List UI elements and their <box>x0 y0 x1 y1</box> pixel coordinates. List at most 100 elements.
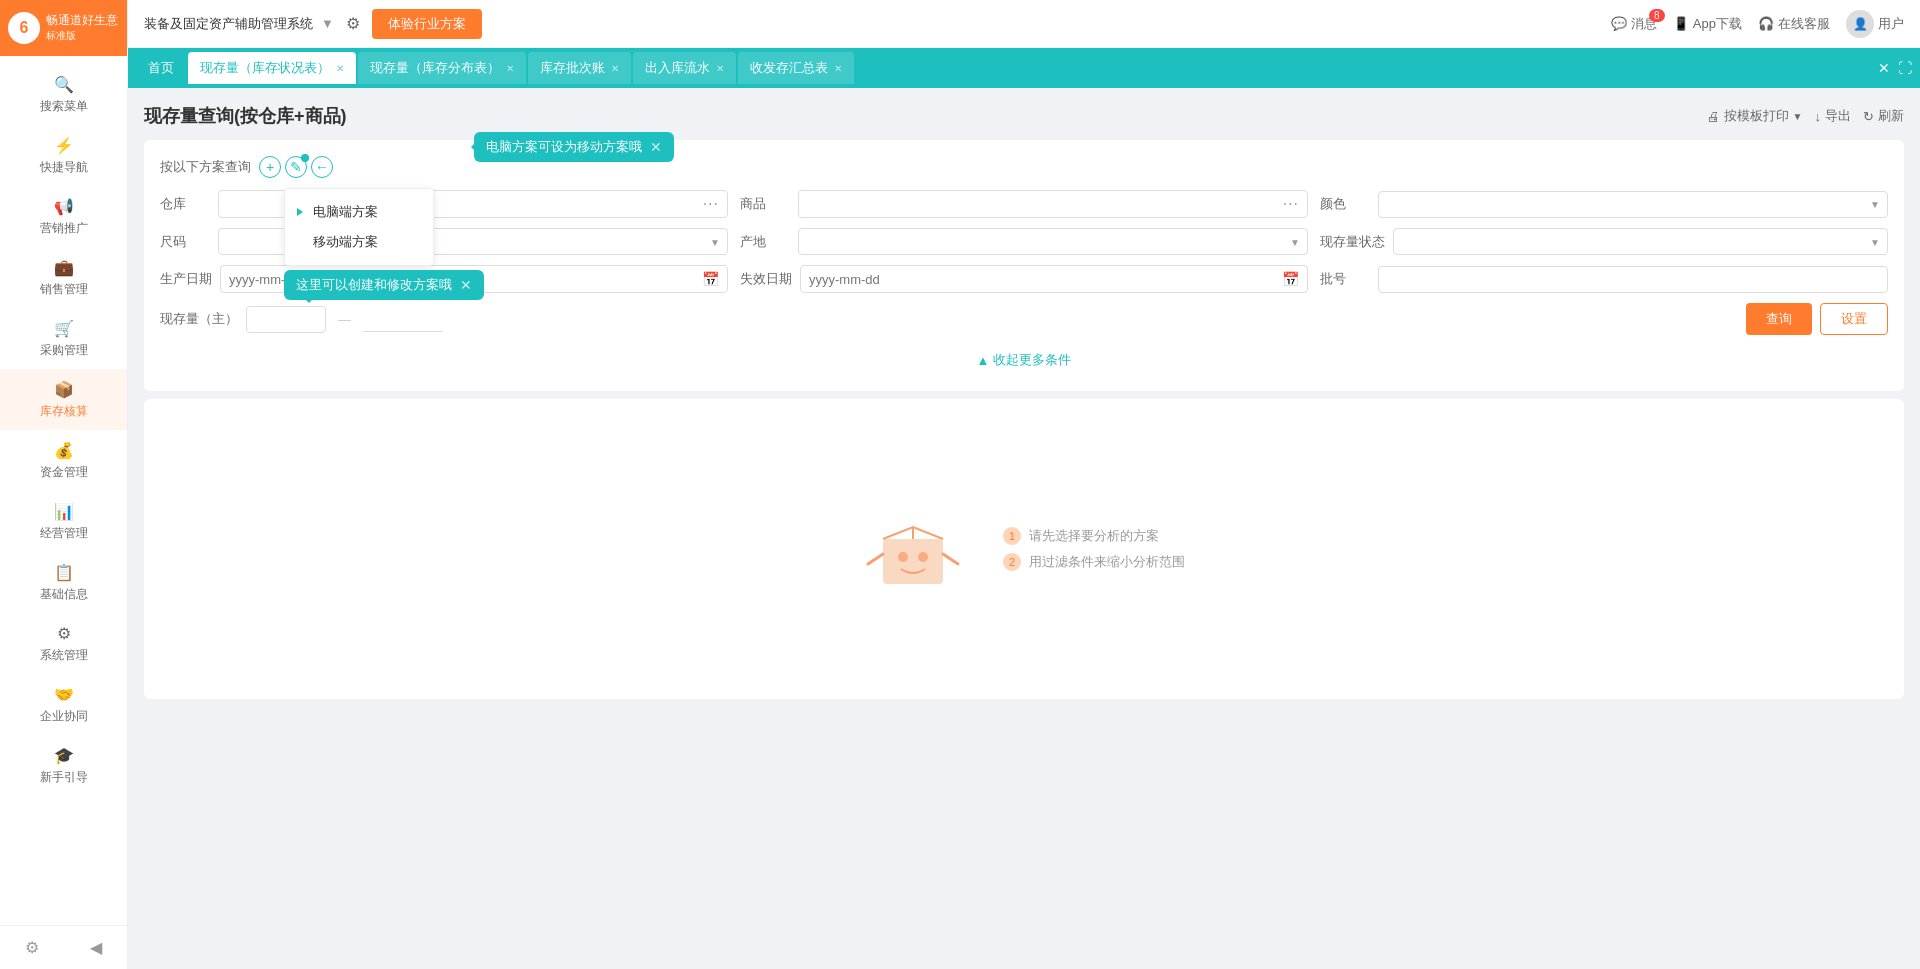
tab-recv-summary[interactable]: 收发存汇总表 ✕ <box>738 52 854 84</box>
refresh-icon: ↻ <box>1863 109 1874 124</box>
filter-goods: 商品 ··· <box>740 190 1308 218</box>
print-btn[interactable]: 🖨 按模板打印 ▼ <box>1707 107 1803 125</box>
filter-row-4: 现存量（主） — 查询 设置 <box>160 303 1888 335</box>
message-icon: 💬 <box>1611 16 1627 31</box>
color-select-wrapper <box>1378 191 1888 218</box>
refresh-btn[interactable]: ↻ 刷新 <box>1863 107 1904 125</box>
system-name: 装备及固定资产辅助管理系统 ▼ <box>144 15 334 33</box>
logo-title: 畅通道好生意 <box>46 13 118 29</box>
svg-rect-0 <box>883 539 943 584</box>
expire-date-icon[interactable]: 📅 <box>1282 271 1299 287</box>
color-select[interactable] <box>1378 191 1888 218</box>
sidebar-item-finance[interactable]: 💰 资金管理 <box>0 430 127 491</box>
sidebar-item-marketing[interactable]: 📢 营销推广 <box>0 186 127 247</box>
tab-close-recv[interactable]: ✕ <box>834 63 842 74</box>
tooltip2-close[interactable]: ✕ <box>460 277 472 293</box>
chevron-up-icon: ▲ <box>977 353 990 368</box>
system-dropdown-icon[interactable]: ▼ <box>321 16 334 31</box>
warehouse-dots-btn[interactable]: ··· <box>703 195 719 213</box>
enterprise-nav-icon: 🤝 <box>54 684 74 704</box>
tab-inventory-dist[interactable]: 现存量（库存分布表） ✕ <box>358 52 526 84</box>
topbar: 装备及固定资产辅助管理系统 ▼ ⚙ 体验行业方案 💬 消息 8 📱 App下载 … <box>128 0 1920 48</box>
tooltip1-close[interactable]: ✕ <box>650 139 662 155</box>
inventory-status-select[interactable] <box>1393 228 1888 255</box>
sidebar-item-quick[interactable]: ⚡ 快捷导航 <box>0 125 127 186</box>
stock-qty-start[interactable] <box>246 306 326 333</box>
reset-btn[interactable]: 设置 <box>1820 303 1888 335</box>
stock-qty-end[interactable] <box>363 306 443 332</box>
filter-panel: 按以下方案查询 + ✎ ← 电脑方案可设为移动方案哦 ✕ <box>144 140 1904 391</box>
tab-close-flow[interactable]: ✕ <box>716 63 724 74</box>
topbar-gear-btn[interactable]: ⚙ <box>346 14 360 33</box>
produce-date-icon[interactable]: 📅 <box>702 271 719 287</box>
guide-nav-icon: 🎓 <box>54 745 74 765</box>
svg-point-2 <box>918 552 928 562</box>
export-icon: ↓ <box>1815 109 1822 124</box>
search-nav-icon: 🔍 <box>54 74 74 94</box>
tab-close-all-btn[interactable]: ✕ <box>1878 60 1890 76</box>
print-dropdown-icon: ▼ <box>1793 111 1803 122</box>
tab-close-inventory-status[interactable]: ✕ <box>336 63 344 74</box>
filter-title: 按以下方案查询 <box>160 158 251 176</box>
add-filter-btn[interactable]: + <box>259 156 281 178</box>
tab-close-batch[interactable]: ✕ <box>611 63 619 74</box>
sidebar-item-sales[interactable]: 💼 销售管理 <box>0 247 127 308</box>
edit-filter-btn[interactable]: ✎ <box>285 156 307 178</box>
search-btn[interactable]: 查询 <box>1746 303 1812 335</box>
sidebar-item-guide[interactable]: 🎓 新手引导 <box>0 735 127 796</box>
tab-batch-account[interactable]: 库存批次账 ✕ <box>528 52 631 84</box>
filter-header-btns: + ✎ ← <box>259 156 333 178</box>
user-avatar: 👤 <box>1846 10 1874 38</box>
sidebar-bottom: ⚙ ◀ <box>0 925 127 969</box>
empty-hints: 1 请先选择要分析的方案 2 用过滤条件来缩小分析范围 <box>1003 527 1185 571</box>
message-btn[interactable]: 💬 消息 8 <box>1611 15 1657 33</box>
tab-inventory-status[interactable]: 现存量（库存状况表） ✕ <box>188 52 356 84</box>
sidebar-item-search[interactable]: 🔍 搜索菜单 <box>0 64 127 125</box>
schema-desktop[interactable]: 电脑端方案 <box>285 197 433 227</box>
service-icon: 🎧 <box>1758 16 1774 31</box>
collapse-sidebar-btn[interactable]: ◀ <box>90 938 102 957</box>
expire-date-start[interactable] <box>809 272 1278 287</box>
online-service-btn[interactable]: 🎧 在线客服 <box>1758 15 1830 33</box>
filter-header: 按以下方案查询 + ✎ ← 电脑方案可设为移动方案哦 ✕ <box>160 156 1888 178</box>
batch-no-input[interactable] <box>1378 266 1888 293</box>
origin-select-wrapper <box>798 228 1308 255</box>
filter-stock-qty: 现存量（主） — <box>160 306 480 333</box>
message-badge: 8 <box>1649 9 1665 22</box>
filter-action-btns: 查询 设置 <box>1746 303 1888 335</box>
tab-inout-flow[interactable]: 出入库流水 ✕ <box>633 52 736 84</box>
export-btn[interactable]: ↓ 导出 <box>1815 107 1852 125</box>
schema-mobile[interactable]: 移动端方案 <box>285 227 433 257</box>
trial-btn[interactable]: 体验行业方案 <box>372 9 482 39</box>
sidebar-item-purchase[interactable]: 🛒 采购管理 <box>0 308 127 369</box>
origin-select[interactable] <box>798 228 1308 255</box>
goods-dots-btn[interactable]: ··· <box>1283 195 1299 213</box>
filter-batch-no: 批号 <box>1320 266 1888 293</box>
sidebar-item-basic[interactable]: 📋 基础信息 <box>0 552 127 613</box>
system-nav-icon: ⚙ <box>54 623 74 643</box>
tab-close-inventory-dist[interactable]: ✕ <box>506 63 514 74</box>
sidebar-item-system[interactable]: ⚙ 系统管理 <box>0 613 127 674</box>
empty-illustration <box>863 499 963 599</box>
finance-nav-icon: 💰 <box>54 440 74 460</box>
settings-btn[interactable]: ⚙ <box>25 938 39 957</box>
collapse-more-btn[interactable]: ▲ 收起更多条件 <box>160 345 1888 375</box>
sidebar-item-operations[interactable]: 📊 经营管理 <box>0 491 127 552</box>
empty-state: 1 请先选择要分析的方案 2 用过滤条件来缩小分析范围 <box>863 499 1185 599</box>
sidebar-item-enterprise[interactable]: 🤝 企业协同 <box>0 674 127 735</box>
svg-line-3 <box>868 554 883 564</box>
svg-line-4 <box>943 554 958 564</box>
mobile-icon: 📱 <box>1673 16 1689 31</box>
basic-nav-icon: 📋 <box>54 562 74 582</box>
svg-point-1 <box>898 552 908 562</box>
tabbar: 首页 现存量（库存状况表） ✕ 现存量（库存分布表） ✕ 库存批次账 ✕ 出入库… <box>128 48 1920 88</box>
empty-hint-2: 2 用过滤条件来缩小分析范围 <box>1003 553 1185 571</box>
sidebar-item-inventory[interactable]: 📦 库存核算 <box>0 369 127 430</box>
main-area: 装备及固定资产辅助管理系统 ▼ ⚙ 体验行业方案 💬 消息 8 📱 App下载 … <box>128 0 1920 969</box>
user-menu-btn[interactable]: 👤 用户 <box>1846 10 1904 38</box>
app-download-btn[interactable]: 📱 App下载 <box>1673 15 1742 33</box>
filter-warehouse: 仓库 ··· <box>160 190 728 218</box>
back-filter-btn[interactable]: ← <box>311 156 333 178</box>
tab-fullscreen-btn[interactable]: ⛶ <box>1898 60 1912 76</box>
tab-home[interactable]: 首页 <box>136 52 186 84</box>
